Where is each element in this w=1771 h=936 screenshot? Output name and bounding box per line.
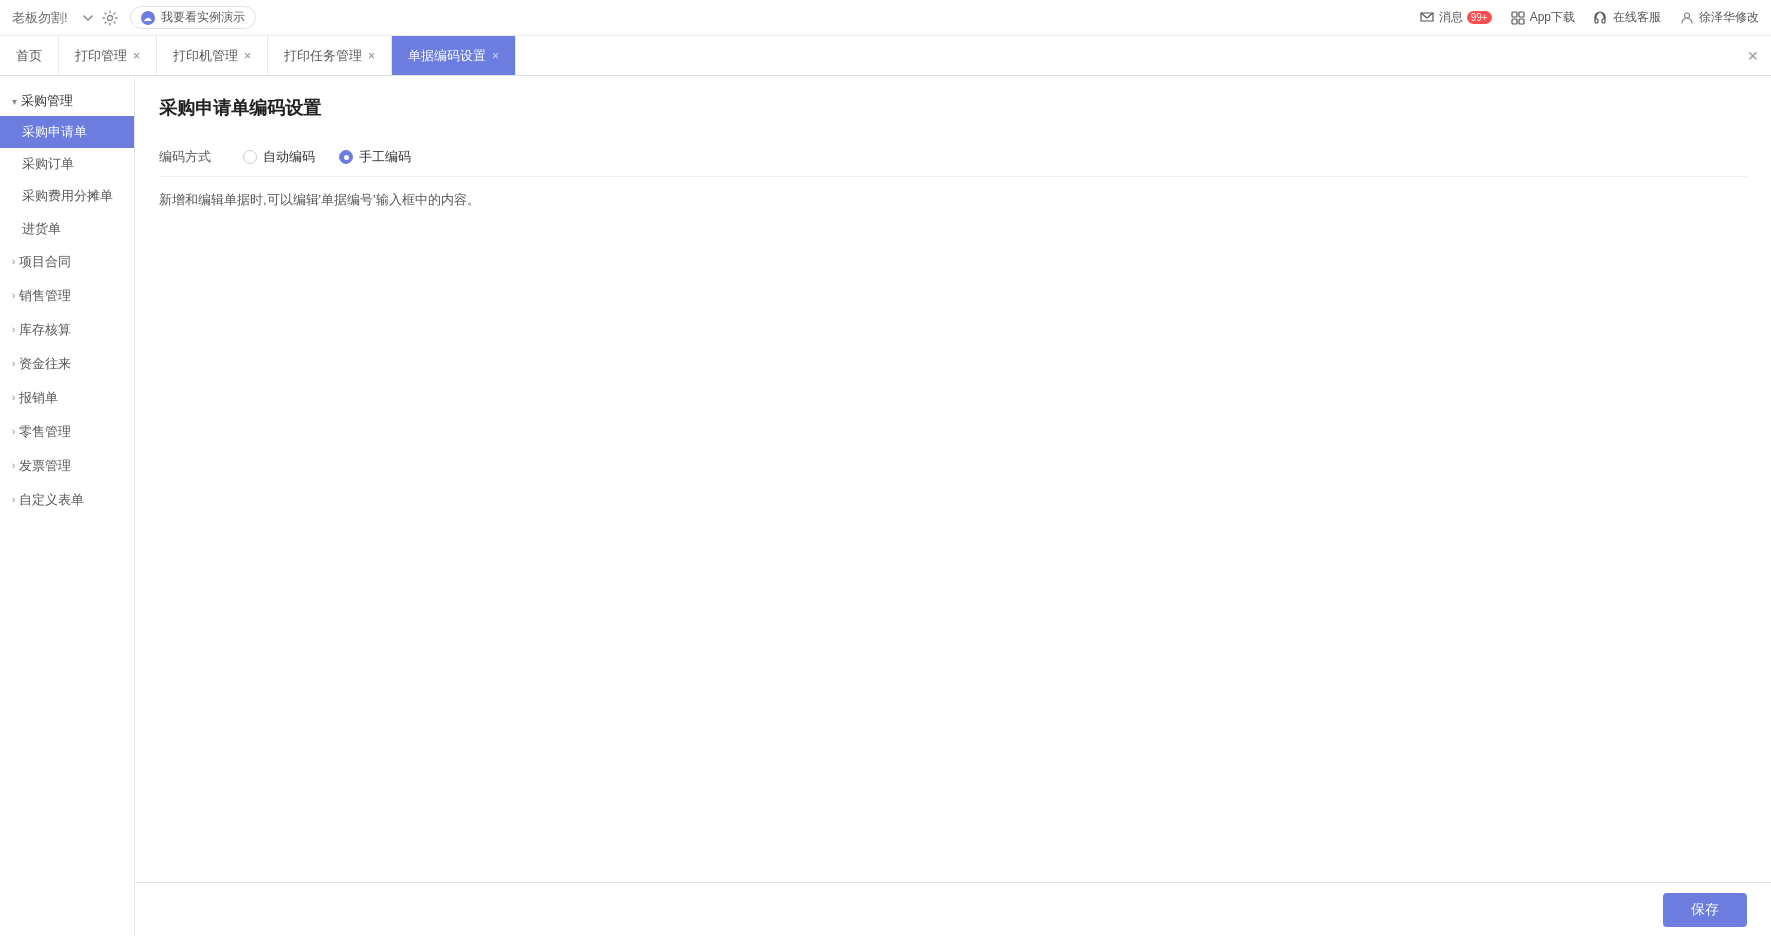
tab-barcode-settings-close[interactable]: ×: [492, 50, 499, 62]
svg-rect-2: [1519, 12, 1524, 17]
demo-cloud-icon: ☁: [141, 11, 155, 25]
sidebar: ▾ 采购管理 采购申请单 采购订单 采购费用分摊单 进货单 › 项目合同 › 销…: [0, 76, 135, 936]
sidebar-group-returns[interactable]: › 报销单: [0, 381, 134, 415]
tab-print-task-close[interactable]: ×: [368, 50, 375, 62]
sidebar-item-purchase-order-label: 采购订单: [22, 155, 74, 173]
sidebar-group-invoice-label: 发票管理: [19, 457, 71, 475]
retail-chevron-icon: ›: [12, 426, 15, 437]
sidebar-item-purchase-expense[interactable]: 采购费用分摊单: [0, 180, 134, 212]
app-download-button[interactable]: App下载: [1510, 9, 1575, 26]
radio-manual-label: 手工编码: [359, 148, 411, 166]
purchase-chevron-icon: ▾: [12, 96, 17, 107]
sidebar-item-inbound[interactable]: 进货单: [0, 213, 134, 245]
sidebar-group-custom-form-label: 自定义表单: [19, 491, 84, 509]
sidebar-group-project-label: 项目合同: [19, 253, 71, 271]
online-service-button[interactable]: 在线客服: [1593, 9, 1661, 26]
encoding-row: 编码方式 自动编码 手工编码: [159, 138, 1747, 177]
radio-manual-circle: [339, 150, 353, 164]
layout: ▾ 采购管理 采购申请单 采购订单 采购费用分摊单 进货单 › 项目合同 › 销…: [0, 76, 1771, 936]
main-content: 采购申请单编码设置 编码方式 自动编码 手工编码: [135, 76, 1771, 936]
message-badge: 99+: [1467, 11, 1492, 24]
top-bar-left: 老板勿割! ☁ 我要看实例演示: [12, 6, 256, 29]
demo-link[interactable]: ☁ 我要看实例演示: [130, 6, 256, 29]
user-profile-button[interactable]: 徐泽华修改: [1679, 9, 1759, 26]
tab-printer-mgmt-close[interactable]: ×: [244, 50, 251, 62]
tab-bar: 首页 打印管理 × 打印机管理 × 打印任务管理 × 单据编码设置 × ✕: [0, 36, 1771, 76]
sidebar-group-project-contract[interactable]: › 项目合同: [0, 245, 134, 279]
svg-point-5: [1685, 13, 1690, 18]
tab-print-mgmt[interactable]: 打印管理 ×: [59, 36, 157, 75]
tab-print-task-label: 打印任务管理: [284, 47, 362, 65]
custom-form-chevron-icon: ›: [12, 494, 15, 505]
sidebar-group-returns-label: 报销单: [19, 389, 58, 407]
sidebar-item-purchase-order[interactable]: 采购订单: [0, 148, 134, 180]
tab-home[interactable]: 首页: [0, 36, 59, 75]
top-bar-icons: [80, 10, 118, 26]
save-button[interactable]: 保存: [1663, 893, 1747, 927]
sidebar-group-sales-label: 销售管理: [19, 287, 71, 305]
message-icon: [1419, 10, 1435, 26]
sidebar-group-custom-form[interactable]: › 自定义表单: [0, 483, 134, 517]
tab-printer-mgmt[interactable]: 打印机管理 ×: [157, 36, 268, 75]
service-icon: [1593, 10, 1609, 26]
sidebar-group-inventory[interactable]: › 库存核算: [0, 313, 134, 347]
top-bar-right: 消息 99+ App下载 在线客服 徐泽华修改: [1419, 9, 1759, 26]
sidebar-group-retail[interactable]: › 零售管理: [0, 415, 134, 449]
sidebar-group-purchase-label: 采购管理: [21, 92, 73, 110]
brand-hint: 老板勿割!: [12, 9, 68, 27]
sidebar-group-purchase[interactable]: ▾ 采购管理: [0, 84, 134, 116]
dropdown-icon[interactable]: [80, 10, 96, 26]
svg-rect-4: [1519, 19, 1524, 24]
finance-chevron-icon: ›: [12, 358, 15, 369]
invoice-chevron-icon: ›: [12, 460, 15, 471]
close-panel-icon[interactable]: ✕: [1747, 48, 1759, 64]
inventory-chevron-icon: ›: [12, 324, 15, 335]
svg-point-0: [107, 15, 112, 20]
radio-auto[interactable]: 自动编码: [243, 148, 315, 166]
sidebar-item-purchase-request-label: 采购申请单: [22, 123, 87, 141]
tab-printer-mgmt-label: 打印机管理: [173, 47, 238, 65]
user-icon: [1679, 10, 1695, 26]
svg-rect-3: [1512, 19, 1517, 24]
radio-auto-circle: [243, 150, 257, 164]
project-chevron-icon: ›: [12, 256, 15, 267]
sidebar-group-finance-label: 资金往来: [19, 355, 71, 373]
bottom-bar: 保存: [135, 882, 1771, 936]
sidebar-item-purchase-request[interactable]: 采购申请单: [0, 116, 134, 148]
top-bar: 老板勿割! ☁ 我要看实例演示 消息 99+: [0, 0, 1771, 36]
sidebar-group-invoice[interactable]: › 发票管理: [0, 449, 134, 483]
user-label: 徐泽华修改: [1699, 9, 1759, 26]
sidebar-group-finance[interactable]: › 资金往来: [0, 347, 134, 381]
tab-print-mgmt-close[interactable]: ×: [133, 50, 140, 62]
encoding-section: 编码方式 自动编码 手工编码 新增和编辑单据时,可以编辑'单: [159, 138, 1747, 209]
encoding-description: 新增和编辑单据时,可以编辑'单据编号'输入框中的内容。: [159, 191, 1747, 209]
gear-icon[interactable]: [102, 10, 118, 26]
radio-manual[interactable]: 手工编码: [339, 148, 411, 166]
sidebar-group-retail-label: 零售管理: [19, 423, 71, 441]
app-label: App下载: [1530, 9, 1575, 26]
demo-label: 我要看实例演示: [161, 9, 245, 26]
message-label: 消息: [1439, 9, 1463, 26]
content-area: 采购申请单编码设置 编码方式 自动编码 手工编码: [135, 76, 1771, 882]
tab-print-mgmt-label: 打印管理: [75, 47, 127, 65]
tab-barcode-settings[interactable]: 单据编码设置 ×: [392, 36, 516, 75]
page-title: 采购申请单编码设置: [159, 96, 1747, 120]
sidebar-group-sales[interactable]: › 销售管理: [0, 279, 134, 313]
tab-print-task[interactable]: 打印任务管理 ×: [268, 36, 392, 75]
sidebar-group-inventory-label: 库存核算: [19, 321, 71, 339]
radio-auto-label: 自动编码: [263, 148, 315, 166]
app-icon: [1510, 10, 1526, 26]
returns-chevron-icon: ›: [12, 392, 15, 403]
encoding-label: 编码方式: [159, 148, 219, 166]
sidebar-item-purchase-expense-label: 采购费用分摊单: [22, 187, 113, 205]
service-label: 在线客服: [1613, 9, 1661, 26]
sidebar-item-inbound-label: 进货单: [22, 220, 61, 238]
svg-rect-1: [1512, 12, 1517, 17]
sales-chevron-icon: ›: [12, 290, 15, 301]
radio-group: 自动编码 手工编码: [243, 148, 411, 166]
tab-home-label: 首页: [16, 47, 42, 65]
tab-barcode-settings-label: 单据编码设置: [408, 47, 486, 65]
message-button[interactable]: 消息 99+: [1419, 9, 1492, 26]
